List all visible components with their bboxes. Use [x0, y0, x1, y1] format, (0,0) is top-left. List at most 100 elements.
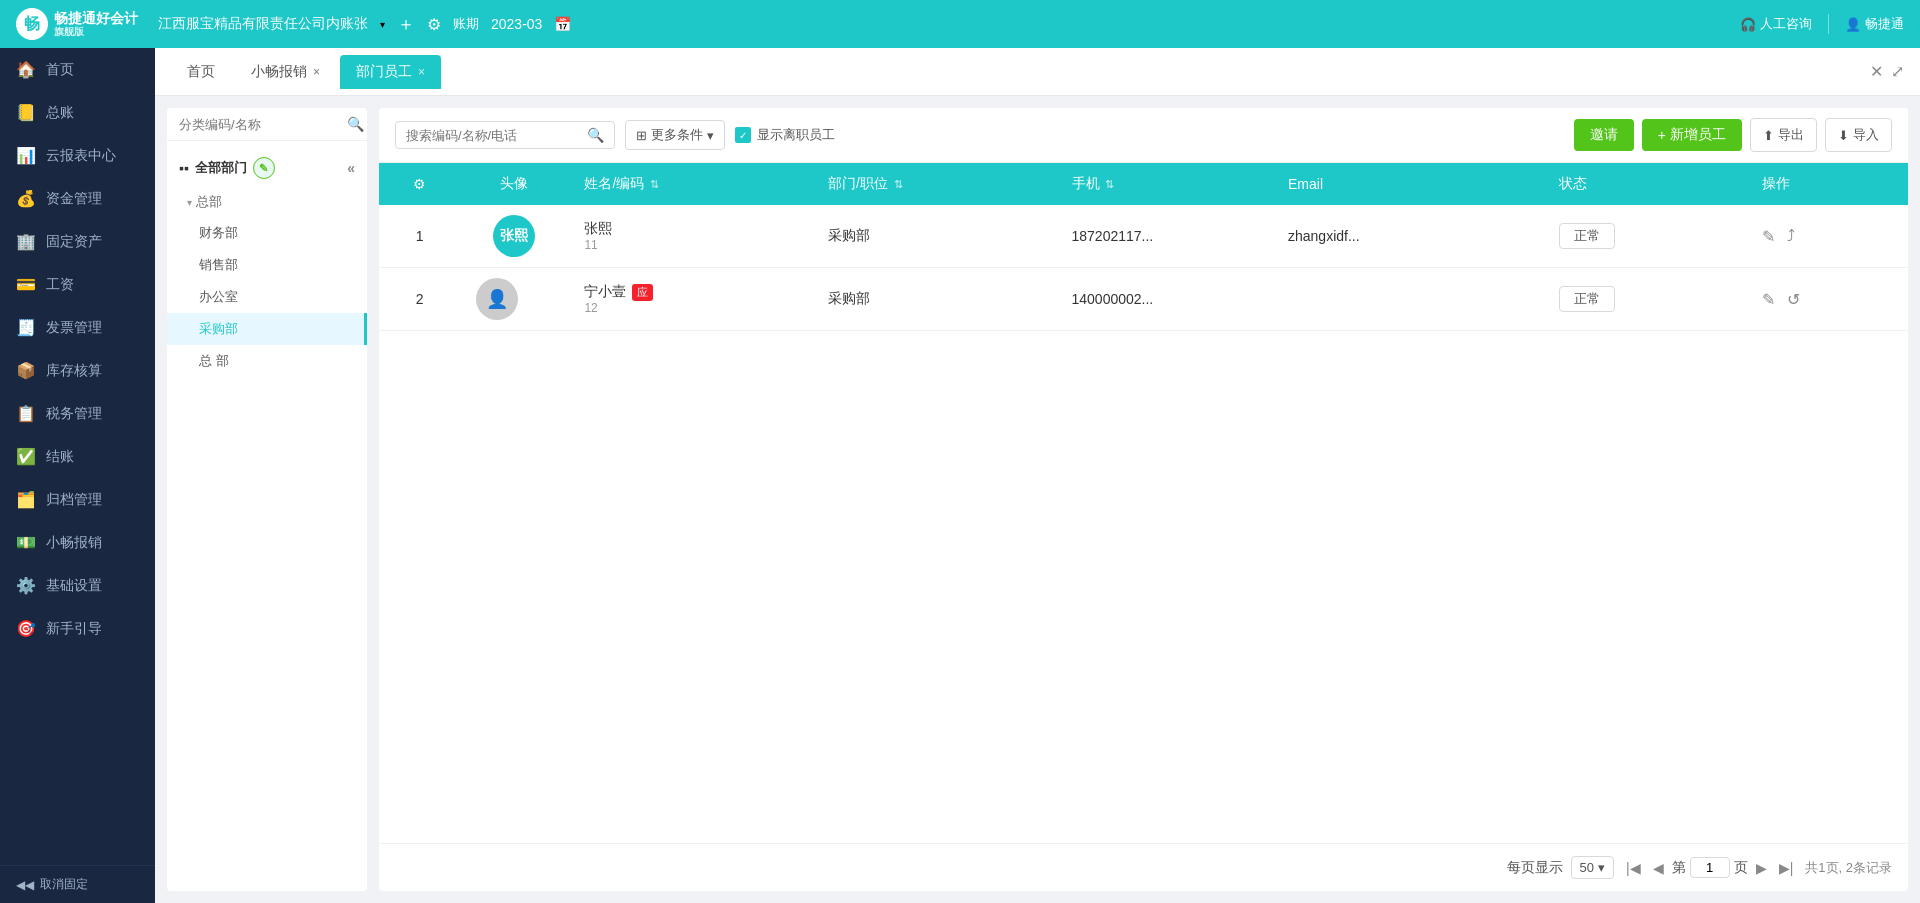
chevron-down-icon: ▾: [1598, 860, 1605, 875]
show-resigned-label: 显示离职员工: [757, 126, 835, 144]
closing-icon: ✅: [16, 447, 36, 466]
close-all-tabs-btn[interactable]: ✕: [1870, 62, 1883, 81]
sidebar-item-funds[interactable]: 💰 资金管理: [0, 177, 155, 220]
sidebar-item-expense[interactable]: 💵 小畅报销: [0, 521, 155, 564]
sidebar-item-cloud-reports[interactable]: 📊 云报表中心: [0, 134, 155, 177]
col-header-dept[interactable]: 部门/职位 ⇅: [812, 163, 1056, 205]
col-header-settings[interactable]: ⚙: [379, 163, 460, 205]
sidebar-item-label: 归档管理: [46, 491, 102, 509]
sidebar-item-label: 结账: [46, 448, 74, 466]
all-dept-row[interactable]: ▪▪ 全部部门 ✎ «: [167, 149, 367, 187]
prev-page-btn[interactable]: ◀: [1649, 858, 1668, 878]
dept-item-finance[interactable]: 财务部: [167, 217, 367, 249]
search-icon[interactable]: 🔍: [587, 127, 604, 143]
import-btn[interactable]: ⬇ 导入: [1825, 118, 1892, 152]
unpin-btn[interactable]: ◀◀ 取消固定: [0, 865, 155, 903]
row-status: 正常: [1543, 205, 1746, 268]
sidebar-item-closing[interactable]: ✅ 结账: [0, 435, 155, 478]
calendar-icon[interactable]: 📅: [554, 16, 571, 32]
funds-icon: 💰: [16, 189, 36, 208]
archive-icon: 🗂️: [16, 490, 36, 509]
add-employee-btn[interactable]: + 新增员工: [1642, 119, 1742, 151]
inventory-icon: 📦: [16, 361, 36, 380]
sidebar-item-home[interactable]: 🏠 首页: [0, 48, 155, 91]
sidebar-item-invoice[interactable]: 🧾 发票管理: [0, 306, 155, 349]
pagination: 每页显示 50 ▾ |◀ ◀ 第 页 ▶ ▶| 共1页, 2条记录: [379, 843, 1908, 891]
sidebar-item-salary[interactable]: 💳 工资: [0, 263, 155, 306]
dept-item-office[interactable]: 办公室: [167, 281, 367, 313]
settings-icon[interactable]: ⚙: [427, 15, 441, 34]
first-page-btn[interactable]: |◀: [1622, 858, 1645, 878]
main-layout: 🏠 首页 📒 总账 📊 云报表中心 💰 资金管理 🏢 固定资产 💳 工资 🧾 发…: [0, 48, 1920, 903]
row-email: zhangxidf...: [1272, 205, 1543, 268]
user-menu-btn[interactable]: 👤 畅捷通: [1845, 15, 1904, 33]
page-label: 页: [1734, 859, 1748, 877]
dept-search-box: 🔍: [167, 108, 367, 141]
export-btn[interactable]: ⬆ 导出: [1750, 118, 1817, 152]
row-no: 2: [379, 268, 460, 331]
more-conditions-btn[interactable]: ⊞ 更多条件 ▾: [625, 120, 725, 150]
edit-icon[interactable]: ✎: [1762, 227, 1775, 246]
dept-group-headquarters: ▾ 总部 财务部 销售部 办公室 采购部 总 部: [167, 187, 367, 377]
sidebar-item-guide[interactable]: 🎯 新手引导: [0, 607, 155, 650]
employee-table: ⚙ 头像 姓名/编码 ⇅ 部门/职位 ⇅ 手机 ⇅ Email 状态 操作: [379, 163, 1908, 331]
logout-icon[interactable]: ⤴: [1787, 227, 1795, 245]
company-dropdown-arrow[interactable]: ▾: [380, 19, 385, 30]
next-page-btn[interactable]: ▶: [1752, 858, 1771, 878]
row-dept: 采购部: [812, 205, 1056, 268]
sidebar-item-settings[interactable]: ⚙️ 基础设置: [0, 564, 155, 607]
all-dept-label: 全部部门: [195, 159, 247, 177]
assets-icon: 🏢: [16, 232, 36, 251]
sidebar-item-label: 云报表中心: [46, 147, 116, 165]
tab-department[interactable]: 部门员工 ×: [340, 55, 441, 89]
chevron-down-icon: ▾: [707, 128, 714, 143]
dept-item-purchase[interactable]: 采购部: [167, 313, 367, 345]
export-label: 导出: [1778, 126, 1804, 144]
sidebar-item-inventory[interactable]: 📦 库存核算: [0, 349, 155, 392]
col-header-name[interactable]: 姓名/编码 ⇅: [568, 163, 812, 205]
employee-search-input[interactable]: [406, 128, 581, 143]
show-resigned-checkbox[interactable]: ✓: [735, 127, 751, 143]
status-badge: 正常: [1559, 286, 1615, 312]
tab-label: 首页: [187, 63, 215, 81]
dept-search-input[interactable]: [179, 117, 347, 132]
collapse-btn[interactable]: «: [347, 160, 355, 176]
invite-btn[interactable]: 邀请: [1574, 119, 1634, 151]
dept-item-general[interactable]: 总 部: [167, 345, 367, 377]
row-phone: 140000002...: [1056, 268, 1272, 331]
plus-icon: +: [1658, 127, 1666, 143]
per-page-value: 50: [1580, 860, 1594, 875]
logo-icon: 畅: [16, 8, 48, 40]
headphone-icon: 🎧: [1740, 17, 1756, 32]
sidebar-item-fixed-assets[interactable]: 🏢 固定资产: [0, 220, 155, 263]
row-email: [1272, 268, 1543, 331]
show-resigned-row[interactable]: ✓ 显示离职员工: [735, 126, 835, 144]
refresh-icon[interactable]: ↺: [1787, 290, 1800, 309]
last-page-btn[interactable]: ▶|: [1775, 858, 1798, 878]
row-name-code: 宁小壹 应 12: [568, 268, 812, 331]
tab-close-icon[interactable]: ×: [418, 65, 425, 79]
dept-search-icon[interactable]: 🔍: [347, 116, 364, 132]
page-total: 共1页, 2条记录: [1805, 859, 1892, 877]
page-input[interactable]: [1690, 857, 1730, 878]
dept-group-header[interactable]: ▾ 总部: [167, 187, 367, 217]
tab-expense[interactable]: 小畅报销 ×: [235, 55, 336, 89]
sidebar-item-archive[interactable]: 🗂️ 归档管理: [0, 478, 155, 521]
per-page-select[interactable]: 50 ▾: [1571, 856, 1614, 879]
sidebar-item-tax[interactable]: 📋 税务管理: [0, 392, 155, 435]
sidebar-item-label: 税务管理: [46, 405, 102, 423]
edit-icon[interactable]: ✎: [1762, 290, 1775, 309]
tab-close-icon[interactable]: ×: [313, 65, 320, 79]
employee-search-box[interactable]: 🔍: [395, 121, 615, 149]
col-header-phone[interactable]: 手机 ⇅: [1056, 163, 1272, 205]
add-icon[interactable]: ＋: [397, 12, 415, 36]
dept-item-sales[interactable]: 销售部: [167, 249, 367, 281]
employee-table-container: ⚙ 头像 姓名/编码 ⇅ 部门/职位 ⇅ 手机 ⇅ Email 状态 操作: [379, 163, 1908, 843]
expense-icon: 💵: [16, 533, 36, 552]
ai-consult-btn[interactable]: 🎧 人工咨询: [1740, 15, 1812, 33]
sidebar-item-general-ledger[interactable]: 📒 总账: [0, 91, 155, 134]
edit-badge[interactable]: ✎: [253, 157, 275, 179]
tab-home[interactable]: 首页: [171, 55, 231, 89]
expand-tabs-btn[interactable]: ⤢: [1891, 62, 1904, 81]
row-actions: ✎ ⤴: [1746, 205, 1908, 268]
